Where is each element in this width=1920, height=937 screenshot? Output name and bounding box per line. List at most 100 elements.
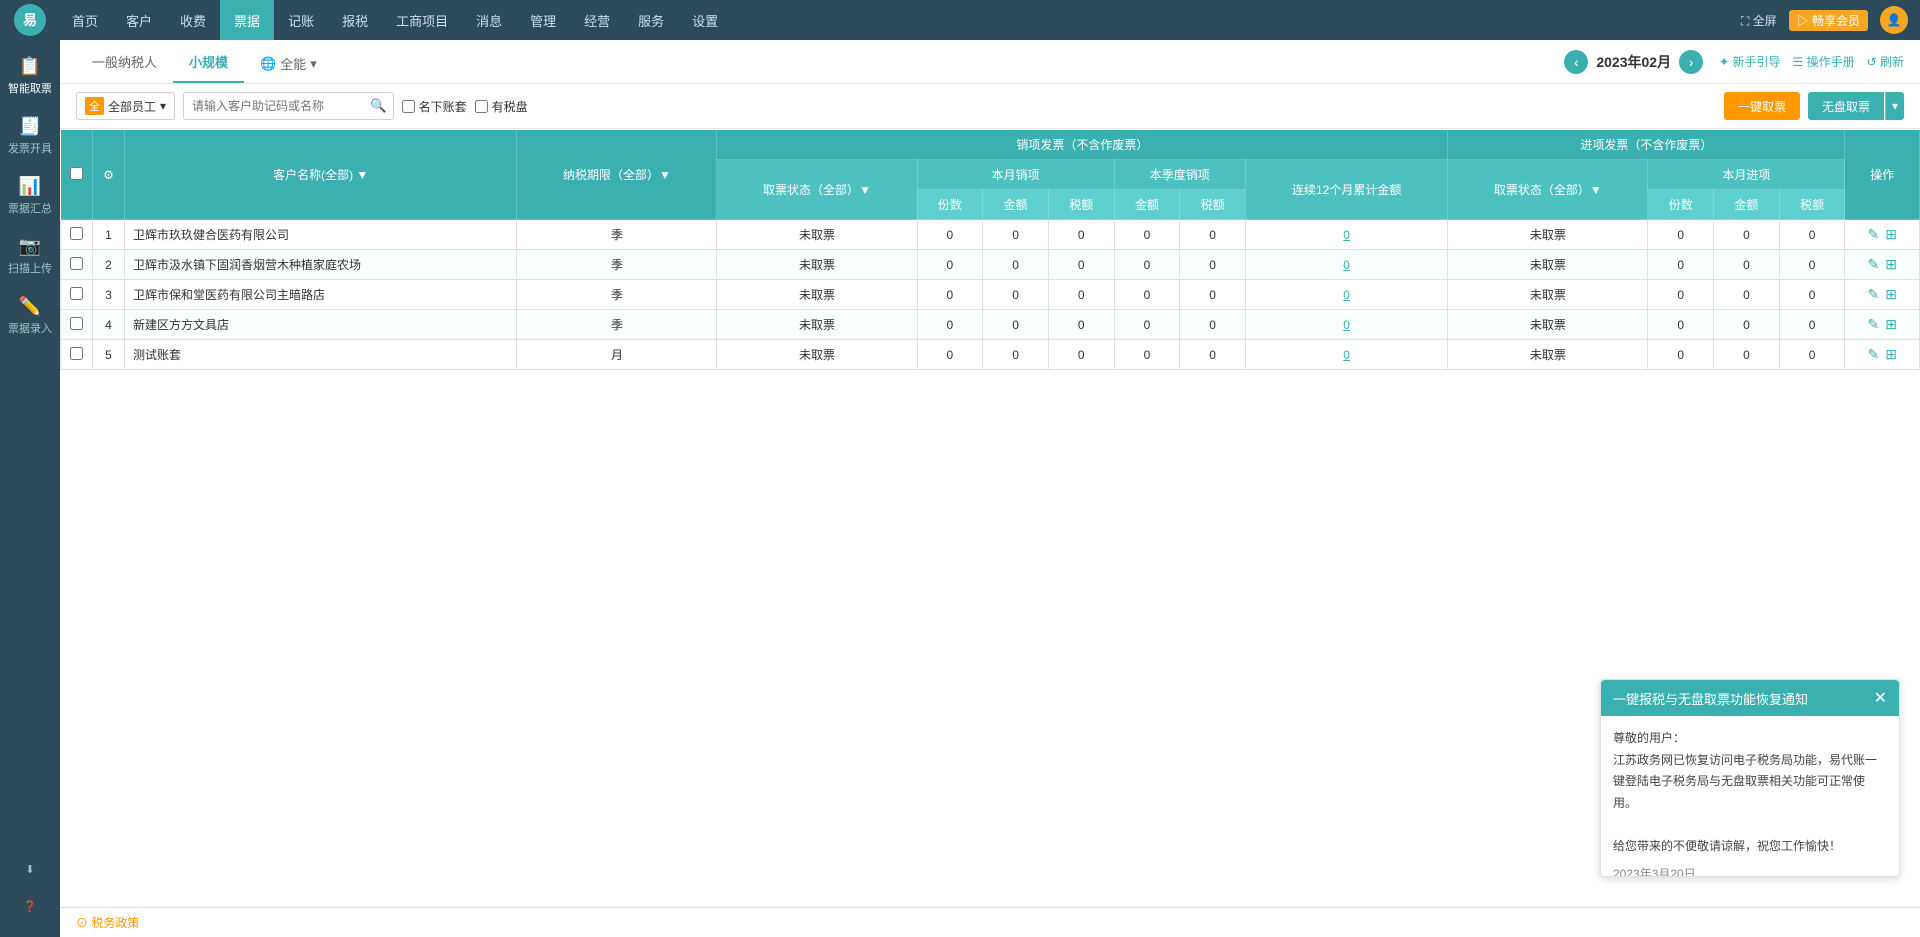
header-checkbox-col <box>61 130 93 220</box>
avatar[interactable]: 👤 <box>1880 6 1908 34</box>
sidebar-item-invoice-summary[interactable]: 📊 票据汇总 <box>2 168 58 224</box>
search-box: 🔍 <box>183 92 394 120</box>
employee-select[interactable]: 全 全部员工 ▾ <box>76 92 175 120</box>
row-period-cell: 季 <box>517 310 717 340</box>
nav-customer[interactable]: 客户 <box>112 0 166 40</box>
sidebar-download-btn[interactable]: ⬇ <box>2 855 58 884</box>
edit-icon[interactable]: ✎ <box>1867 286 1879 303</box>
nav-service[interactable]: 服务 <box>624 0 678 40</box>
row-s-amount-cell: 0 <box>983 340 1049 370</box>
cumulative-link[interactable]: 0 <box>1343 348 1350 362</box>
edit-icon[interactable]: ✎ <box>1867 256 1879 273</box>
nav-message[interactable]: 消息 <box>462 0 516 40</box>
row-checkbox[interactable] <box>70 287 83 300</box>
row-i-amount-cell: 0 <box>1714 220 1780 250</box>
tax-disk-checkbox[interactable] <box>475 100 488 113</box>
nav-business[interactable]: 工商项目 <box>382 0 462 40</box>
row-action-cell: ✎ ⊞ <box>1845 250 1920 280</box>
row-checkbox[interactable] <box>70 317 83 330</box>
ticket-entry-icon: ✏️ <box>19 296 41 317</box>
header-action: 操作 <box>1845 130 1920 220</box>
row-checkbox-cell <box>61 280 93 310</box>
header-s-count: 份数 <box>917 190 983 220</box>
sidebar-label-smart-ticket: 智能取票 <box>8 80 52 96</box>
detail-icon[interactable]: ⊞ <box>1885 226 1897 243</box>
edit-icon[interactable]: ✎ <box>1867 346 1879 363</box>
select-all-checkbox[interactable] <box>70 167 83 180</box>
nav-invoice[interactable]: 票据 <box>220 0 274 40</box>
new-guide-link[interactable]: ✦ 新手引导 <box>1719 53 1780 70</box>
sidebar-help-btn[interactable]: ❓ <box>2 892 58 921</box>
nav-tax[interactable]: 报税 <box>328 0 382 40</box>
manual-link[interactable]: ☰ 操作手册 <box>1792 53 1854 70</box>
top-nav: 易 首页 客户 收费 票据 记账 报税 工商项目 消息 管理 经营 服务 设置 … <box>0 0 1920 40</box>
detail-icon[interactable]: ⊞ <box>1885 346 1897 363</box>
sidebar-item-scan-upload[interactable]: 📷 扫描上传 <box>2 228 58 284</box>
detail-icon[interactable]: ⊞ <box>1885 256 1897 273</box>
refresh-link[interactable]: ↺ 刷新 <box>1867 53 1904 70</box>
cumulative-link[interactable]: 0 <box>1343 318 1350 332</box>
nav-operations[interactable]: 经营 <box>570 0 624 40</box>
tax-disk-checkbox-label[interactable]: 有税盘 <box>475 98 528 115</box>
tab-full[interactable]: 🌐 全能 ▾ <box>244 44 333 83</box>
row-s-count-cell: 0 <box>917 280 983 310</box>
row-s-amount-cell: 0 <box>983 250 1049 280</box>
cumulative-link[interactable]: 0 <box>1343 258 1350 272</box>
row-sales-status-cell: 未取票 <box>717 250 917 280</box>
row-s-count-cell: 0 <box>917 220 983 250</box>
header-i-tax: 税额 <box>1779 190 1845 220</box>
header-settings-col: ⚙ <box>93 130 125 220</box>
vip-button[interactable]: ▷ 畅享会员 <box>1789 10 1868 31</box>
row-ss-tax-cell: 0 <box>1180 340 1246 370</box>
nav-settings[interactable]: 设置 <box>678 0 732 40</box>
tab-general-taxpayer[interactable]: 一般纳税人 <box>76 42 173 83</box>
detail-icon[interactable]: ⊞ <box>1885 286 1897 303</box>
nav-home[interactable]: 首页 <box>58 0 112 40</box>
row-checkbox[interactable] <box>70 257 83 270</box>
sidebar-item-ticket-entry[interactable]: ✏️ 票据录入 <box>2 288 58 344</box>
row-s-tax-cell: 0 <box>1048 340 1114 370</box>
row-checkbox[interactable] <box>70 347 83 360</box>
row-s-amount-cell: 0 <box>983 310 1049 340</box>
header-sales-status: 取票状态（全部）▼ <box>717 160 917 220</box>
notification-close-btn[interactable]: ✕ <box>1874 688 1887 708</box>
no-disk-ticket-btn[interactable]: 无盘取票 <box>1808 92 1884 120</box>
nav-manage[interactable]: 管理 <box>516 0 570 40</box>
fullscreen-btn[interactable]: ⛶ 全屏 <box>1741 12 1777 29</box>
nav-items: 首页 客户 收费 票据 记账 报税 工商项目 消息 管理 经营 服务 设置 <box>58 0 1741 40</box>
nav-billing[interactable]: 收费 <box>166 0 220 40</box>
no-disk-ticket-dropdown-btn[interactable]: ▾ <box>1885 92 1904 120</box>
row-action-cell: ✎ ⊞ <box>1845 280 1920 310</box>
sidebar-item-smart-ticket[interactable]: 📋 智能取票 <box>2 48 58 104</box>
row-s-tax-cell: 0 <box>1048 250 1114 280</box>
row-cumulative-cell: 0 <box>1245 340 1447 370</box>
header-i-count: 份数 <box>1648 190 1714 220</box>
tab-small-scale[interactable]: 小规模 <box>173 42 244 83</box>
policy-link[interactable]: ⊙ 税务政策 <box>76 914 139 931</box>
bottom-bar: ⊙ 税务政策 <box>60 907 1920 937</box>
my-account-checkbox-label[interactable]: 名下账套 <box>402 98 467 115</box>
logo[interactable]: 易 <box>12 2 48 38</box>
row-checkbox[interactable] <box>70 227 83 240</box>
next-month-btn[interactable]: › <box>1679 50 1703 74</box>
row-ss-amount-cell: 0 <box>1114 250 1180 280</box>
nav-bookkeeping[interactable]: 记账 <box>274 0 328 40</box>
edit-icon[interactable]: ✎ <box>1867 316 1879 333</box>
sidebar-item-invoice-open[interactable]: 🧾 发票开具 <box>2 108 58 164</box>
search-button[interactable]: 🔍 <box>364 98 393 114</box>
my-account-checkbox[interactable] <box>402 100 415 113</box>
row-i-tax-cell: 0 <box>1779 280 1845 310</box>
prev-month-btn[interactable]: ‹ <box>1564 50 1588 74</box>
row-ss-amount-cell: 0 <box>1114 280 1180 310</box>
notification-popup: 一键报税与无盘取票功能恢复通知 ✕ 尊敬的用户： 江苏政务网已恢复访问电子税务局… <box>1600 679 1900 877</box>
cumulative-link[interactable]: 0 <box>1343 228 1350 242</box>
one-click-ticket-btn[interactable]: 一键取票 <box>1724 92 1800 120</box>
row-action-cell: ✎ ⊞ <box>1845 220 1920 250</box>
edit-icon[interactable]: ✎ <box>1867 226 1879 243</box>
detail-icon[interactable]: ⊞ <box>1885 316 1897 333</box>
cumulative-link[interactable]: 0 <box>1343 288 1350 302</box>
row-customer-cell: 测试账套 <box>125 340 517 370</box>
row-s-tax-cell: 0 <box>1048 220 1114 250</box>
search-input[interactable] <box>184 99 364 113</box>
tab-month-row: 一般纳税人 小规模 🌐 全能 ▾ ‹ 2023年02月 › ✦ 新手引导 ☰ 操… <box>60 40 1920 84</box>
